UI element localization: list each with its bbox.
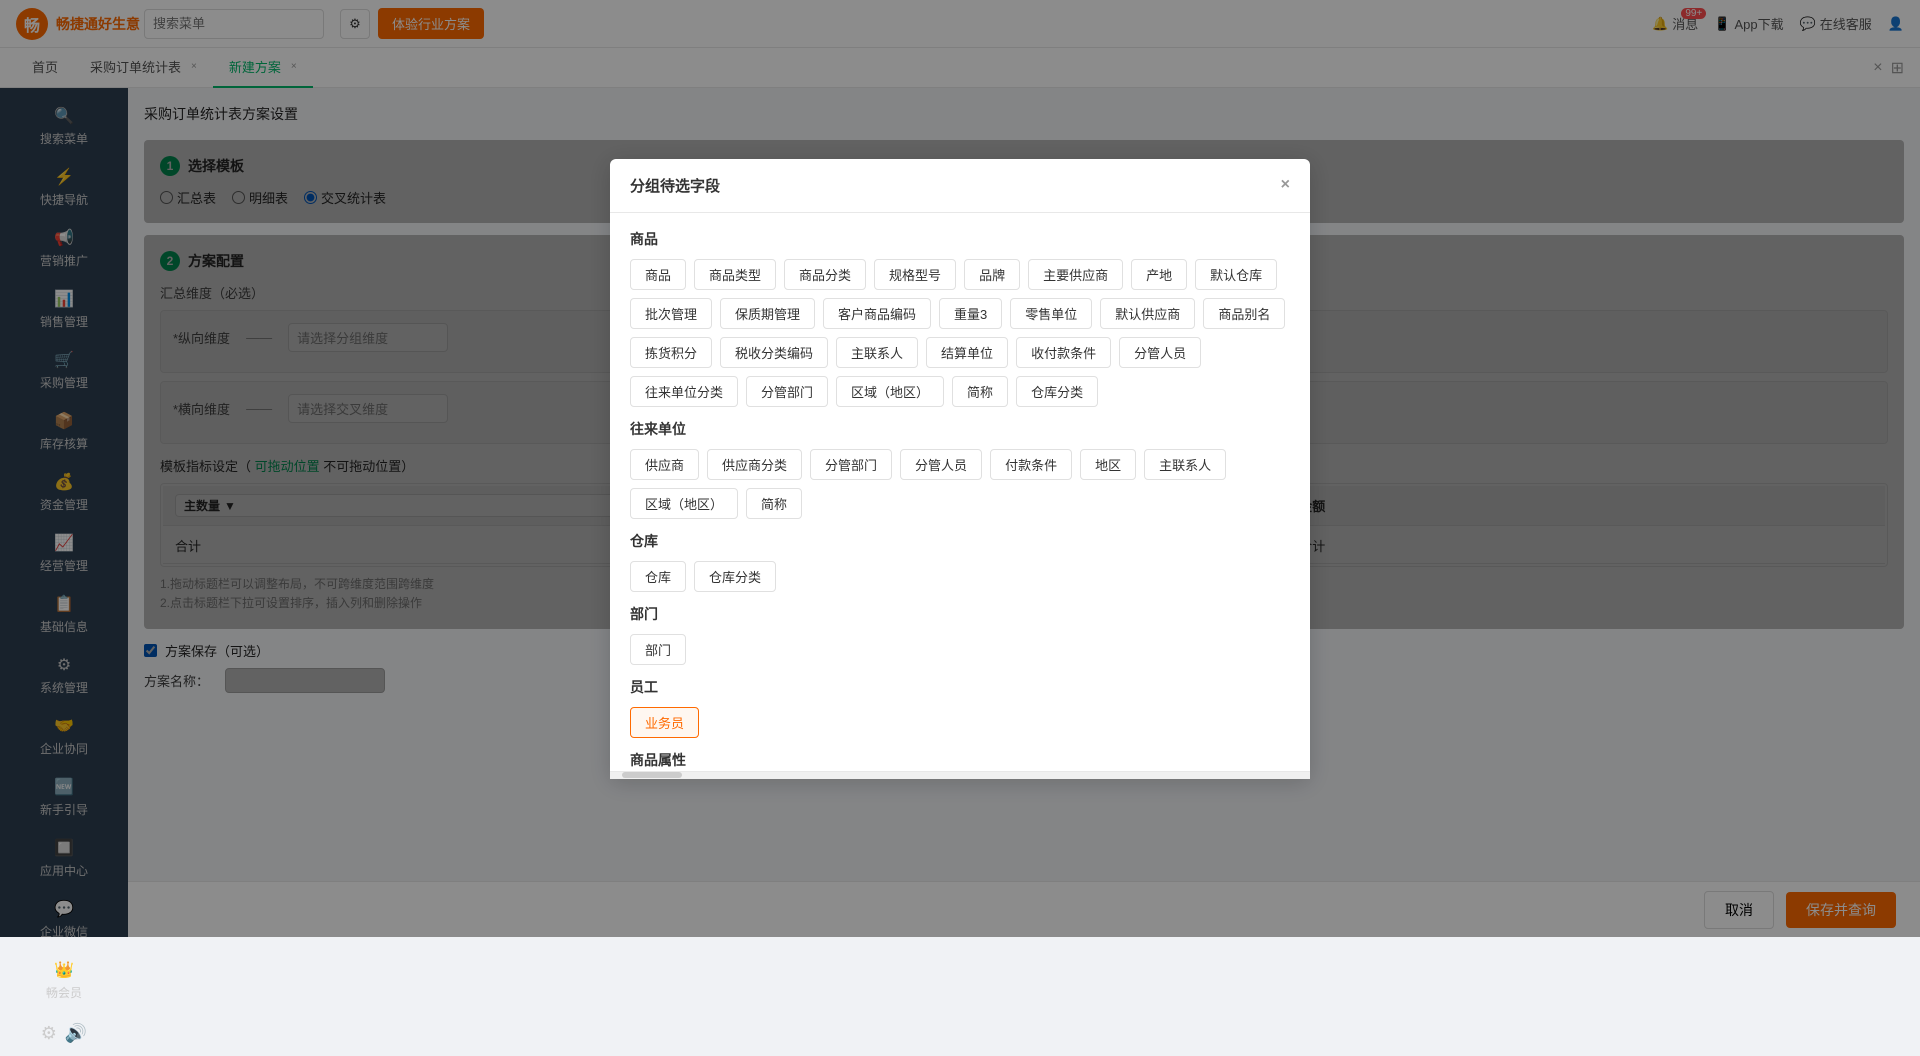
field-chip[interactable]: 规格型号 [874,259,956,290]
field-chip[interactable]: 客户商品编码 [823,298,931,329]
field-chip[interactable]: 商品别名 [1203,298,1285,329]
field-chip[interactable]: 地区 [1080,449,1136,480]
modal-title: 分组待选字段 [630,175,720,196]
modal-hscrollbar[interactable] [610,771,1310,778]
field-chip[interactable]: 拣货积分 [630,337,712,368]
field-chip[interactable]: 往来单位分类 [630,376,738,407]
field-section-title-warehouse: 仓库 [630,531,1290,551]
field-chip[interactable]: 供应商 [630,449,699,480]
field-chip[interactable]: 商品分类 [784,259,866,290]
field-chip[interactable]: 部门 [630,634,686,665]
modal-close-button[interactable]: × [1281,176,1290,194]
hscroll-thumb [622,772,682,778]
field-chip[interactable]: 主联系人 [1144,449,1226,480]
sidebar-item-member-label: 畅会员 [46,984,82,1001]
field-chip[interactable]: 主联系人 [836,337,918,368]
field-chip[interactable]: 仓库分类 [1016,376,1098,407]
field-chip[interactable]: 供应商分类 [707,449,802,480]
field-chip[interactable]: 商品类型 [694,259,776,290]
field-section-title-product-attr: 商品属性 [630,750,1290,770]
field-section-title-staff: 员工 [630,677,1290,697]
field-chips-staff: 业务员 [630,707,1290,738]
field-chip[interactable]: 批次管理 [630,298,712,329]
field-chip[interactable]: 结算单位 [926,337,1008,368]
field-chips-warehouse: 仓库仓库分类 [630,561,1290,592]
modal-dialog: 分组待选字段 × 商品商品商品类型商品分类规格型号品牌主要供应商产地默认仓库批次… [610,159,1310,779]
sidebar-audio-icon[interactable]: 🔊 [65,1023,87,1044]
field-chip[interactable]: 品牌 [964,259,1020,290]
field-chip[interactable]: 默认仓库 [1195,259,1277,290]
field-chip[interactable]: 默认供应商 [1100,298,1195,329]
field-section-title-product: 商品 [630,229,1290,249]
field-chips-partner: 供应商供应商分类分管部门分管人员付款条件地区主联系人区域（地区） 简称 [630,449,1290,519]
field-chip[interactable]: 税收分类编码 [720,337,828,368]
field-chip[interactable]: 保质期管理 [720,298,815,329]
field-chip[interactable]: 产地 [1131,259,1187,290]
modal-body[interactable]: 商品商品商品类型商品分类规格型号品牌主要供应商产地默认仓库批次管理保质期管理客户… [610,213,1310,772]
modal-header: 分组待选字段 × [610,159,1310,213]
field-chip[interactable]: 仓库分类 [694,561,776,592]
sidebar-settings-icon[interactable]: ⚙ [41,1023,57,1044]
field-chip[interactable]: 零售单位 [1010,298,1092,329]
field-chip[interactable]: 分管部门 [746,376,828,407]
field-chip[interactable]: 仓库 [630,561,686,592]
field-section-title-partner: 往来单位 [630,419,1290,439]
modal-overlay: 分组待选字段 × 商品商品商品类型商品分类规格型号品牌主要供应商产地默认仓库批次… [0,0,1920,937]
field-chip[interactable]: 分管部门 [810,449,892,480]
field-chips-department: 部门 [630,634,1290,665]
field-chip[interactable]: 商品 [630,259,686,290]
field-chip[interactable]: 收付款条件 [1016,337,1111,368]
field-chip[interactable]: 区域（地区） [630,488,738,519]
sidebar-item-member[interactable]: 👑 畅会员 [0,950,128,1011]
sidebar-bottom: ⚙ 🔊 [0,1011,128,1056]
field-chips-product: 商品商品类型商品分类规格型号品牌主要供应商产地默认仓库批次管理保质期管理客户商品… [630,259,1290,407]
field-chip[interactable]: 重量3 [939,298,1002,329]
field-chip[interactable]: 区域（地区） [836,376,944,407]
field-chip[interactable]: 业务员 [630,707,699,738]
field-chip[interactable]: 简称 [746,488,802,519]
field-section-title-department: 部门 [630,604,1290,624]
field-chip[interactable]: 简称 [952,376,1008,407]
field-chip[interactable]: 付款条件 [990,449,1072,480]
field-chip[interactable]: 分管人员 [1119,337,1201,368]
member-icon: 👑 [54,960,74,980]
field-chip[interactable]: 主要供应商 [1028,259,1123,290]
field-chip[interactable]: 分管人员 [900,449,982,480]
